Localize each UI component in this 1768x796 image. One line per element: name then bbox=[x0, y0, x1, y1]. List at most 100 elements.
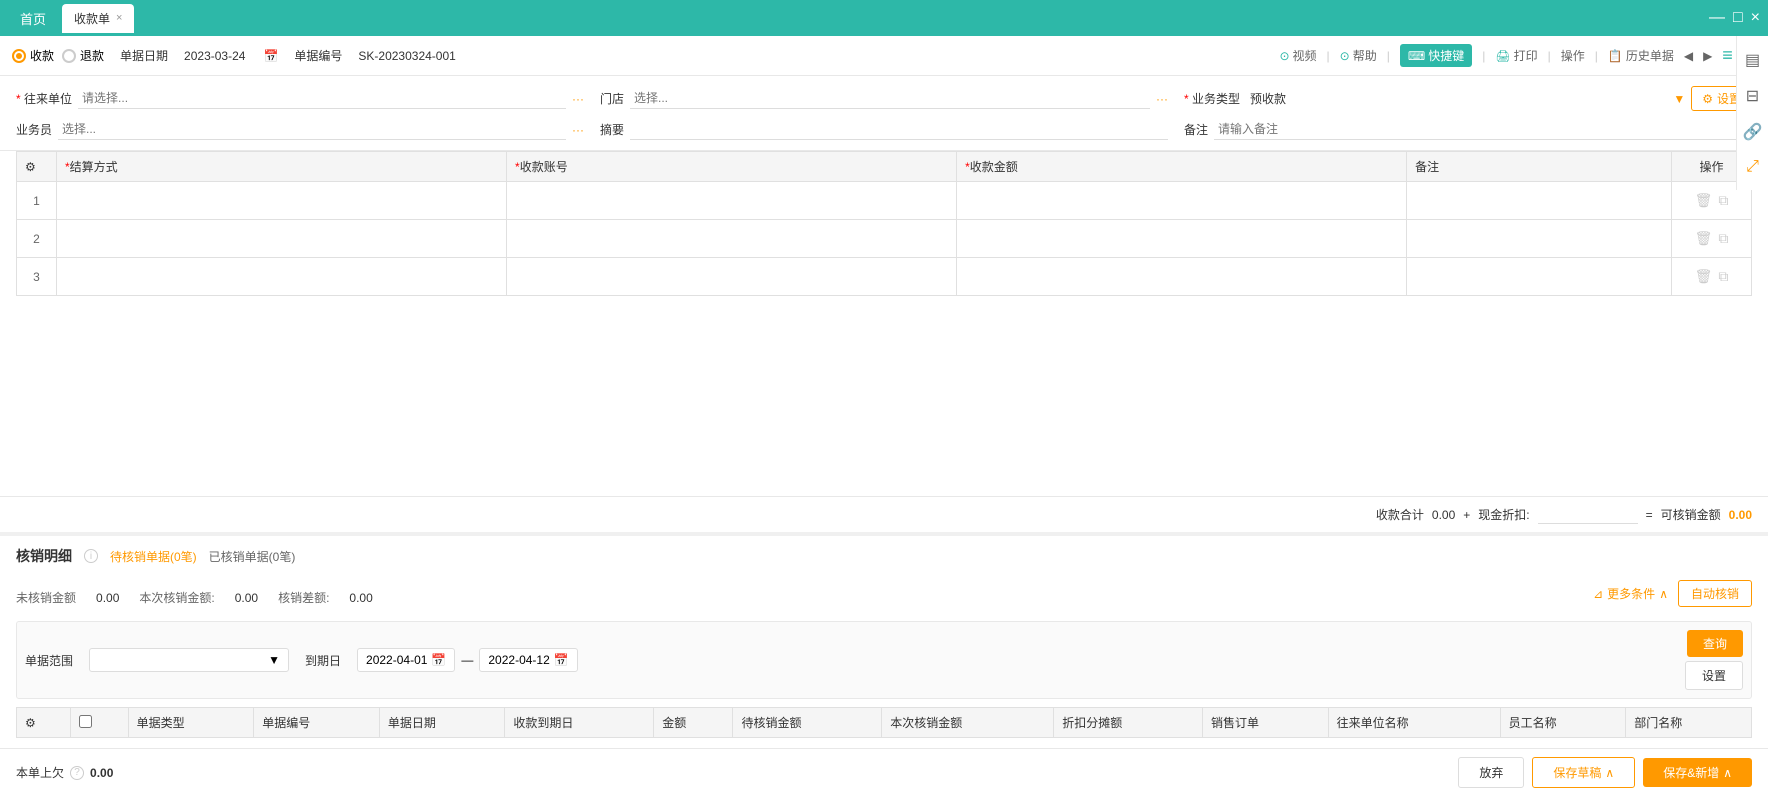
save-new-label: 保存&新增 bbox=[1663, 764, 1719, 781]
row1-col3[interactable] bbox=[957, 182, 1407, 220]
date-label: 单据日期 bbox=[120, 47, 168, 64]
summary-row: 摘要 bbox=[600, 119, 1168, 140]
row3-copy-icon[interactable]: ⧉ bbox=[1718, 268, 1728, 285]
row1-delete-icon[interactable]: 🗑 bbox=[1695, 192, 1713, 209]
salesperson-row: 业务员 ··· bbox=[16, 119, 584, 140]
date-from-calendar-icon: 📅 bbox=[431, 653, 446, 667]
net-value: 0.00 bbox=[1729, 508, 1752, 522]
lower-col-check[interactable] bbox=[70, 708, 128, 738]
diff-label: 核销差额: bbox=[278, 589, 329, 606]
window-maximize-icon[interactable]: □ bbox=[1733, 9, 1743, 27]
grid-icon-btn[interactable]: ≡ bbox=[1722, 45, 1733, 66]
col-remark: 备注 bbox=[1407, 152, 1672, 182]
done-tab[interactable]: 已核销单据(0笔) bbox=[209, 548, 296, 565]
row2-delete-icon[interactable]: 🗑 bbox=[1695, 230, 1713, 247]
row3-col1[interactable] bbox=[57, 258, 507, 296]
business-type-dropdown-icon[interactable]: ▼ bbox=[1673, 92, 1685, 106]
calendar-icon[interactable]: 📅 bbox=[263, 49, 278, 63]
date-from-input[interactable]: 2022-04-01 📅 bbox=[357, 648, 455, 672]
radio-label-tuikuan: 退款 bbox=[80, 47, 104, 64]
sidebar-icon-4[interactable]: ⤢ bbox=[1740, 152, 1765, 182]
remark-row: 备注 bbox=[1184, 119, 1752, 140]
radio-tuikuan[interactable]: 退款 bbox=[62, 47, 104, 64]
no-value: SK-20230324-001 bbox=[358, 49, 455, 63]
date-range-dash: — bbox=[461, 653, 473, 667]
video-icon: ⊙ bbox=[1279, 49, 1289, 63]
auto-verify-button[interactable]: 自动核销 bbox=[1678, 580, 1752, 607]
row2-col3[interactable] bbox=[957, 220, 1407, 258]
remark-input[interactable] bbox=[1214, 119, 1752, 140]
row2-col2[interactable] bbox=[507, 220, 957, 258]
main-content: 收款 退款 单据日期 2023-03-24 📅 单据编号 SK-20230324… bbox=[0, 36, 1768, 796]
shortcut-btn[interactable]: ⌨ 快捷键 bbox=[1400, 44, 1472, 67]
row3-col3[interactable] bbox=[957, 258, 1407, 296]
nav-next-btn[interactable]: ▶ bbox=[1703, 49, 1712, 63]
query-button[interactable]: 查询 bbox=[1687, 630, 1743, 657]
row-num-1: 1 bbox=[17, 182, 57, 220]
row1-col1[interactable] bbox=[57, 182, 507, 220]
lower-col-order: 销售订单 bbox=[1203, 708, 1329, 738]
print-btn[interactable]: 🖨 打印 bbox=[1495, 47, 1537, 64]
store-input[interactable] bbox=[630, 88, 1150, 109]
pending-tab[interactable]: 待核销单据(0笔) bbox=[110, 548, 197, 565]
save-new-button[interactable]: 保存&新增 ∧ bbox=[1643, 758, 1752, 787]
row2-copy-icon[interactable]: ⧉ bbox=[1718, 230, 1728, 247]
nav-prev-btn[interactable]: ◀ bbox=[1684, 49, 1693, 63]
more-conditions-btn[interactable]: ⊿ 更多条件 ∧ bbox=[1593, 585, 1668, 602]
row2-col4[interactable] bbox=[1407, 220, 1672, 258]
help-btn[interactable]: ⊙ 帮助 bbox=[1340, 47, 1377, 64]
window-minimize-icon[interactable]: — bbox=[1709, 9, 1725, 27]
range-select[interactable]: ▼ bbox=[89, 648, 289, 672]
tab-bar: 首页 收款单 × — □ × bbox=[0, 0, 1768, 36]
counterpart-more-icon[interactable]: ··· bbox=[572, 92, 584, 106]
abandon-button[interactable]: 放弃 bbox=[1458, 757, 1524, 788]
counterpart-input[interactable] bbox=[78, 88, 566, 109]
business-type-row: 业务类型 预收款 ▼ ⚙ 设置 bbox=[1184, 86, 1752, 111]
date-to-input[interactable]: 2022-04-12 📅 bbox=[479, 648, 577, 672]
operation-btn[interactable]: 操作 bbox=[1561, 47, 1585, 64]
tab-home[interactable]: 首页 bbox=[8, 3, 58, 34]
store-more-icon[interactable]: ··· bbox=[1156, 92, 1168, 106]
history-btn[interactable]: 📋 历史单据 bbox=[1608, 47, 1674, 64]
sidebar-icon-1[interactable]: ▤ bbox=[1739, 44, 1766, 76]
summary-input[interactable] bbox=[630, 119, 1168, 140]
row3-delete-icon[interactable]: 🗑 bbox=[1695, 268, 1713, 285]
filter-settings-button[interactable]: 设置 bbox=[1685, 661, 1743, 690]
discount-input[interactable] bbox=[1538, 505, 1638, 524]
summary-row: 收款合计 0.00 + 现金折扣: = 可核销金额 0.00 bbox=[0, 496, 1768, 532]
sidebar-icon-2[interactable]: ⊟ bbox=[1740, 80, 1765, 112]
radio-shoukuan[interactable]: 收款 bbox=[12, 47, 54, 64]
video-btn[interactable]: ⊙ 视频 bbox=[1279, 47, 1316, 64]
lower-col-settings[interactable]: ⚙ bbox=[17, 708, 71, 738]
row2-actions: 🗑 ⧉ bbox=[1672, 220, 1752, 258]
row2-col1[interactable] bbox=[57, 220, 507, 258]
tab-close-icon[interactable]: × bbox=[116, 12, 122, 24]
sidebar-icon-3[interactable]: 🔗 bbox=[1737, 116, 1768, 148]
bottom-info-icon[interactable]: ? bbox=[70, 766, 84, 780]
window-close-icon[interactable]: × bbox=[1751, 9, 1760, 27]
salesperson-more-icon[interactable]: ··· bbox=[572, 123, 584, 137]
current-label: 本次核销金额: bbox=[139, 589, 214, 606]
range-label: 单据范围 bbox=[25, 652, 73, 669]
table-section: ⚙ *结算方式 *收款账号 *收款金额 备注 操作 1 bbox=[0, 151, 1768, 496]
draft-button[interactable]: 保存草稿 ∧ bbox=[1532, 757, 1635, 788]
date-value[interactable]: 2023-03-24 bbox=[184, 49, 245, 63]
table-row: 3 🗑 ⧉ bbox=[17, 258, 1752, 296]
salesperson-input[interactable] bbox=[58, 119, 566, 140]
row1-col2[interactable] bbox=[507, 182, 957, 220]
row1-col4[interactable] bbox=[1407, 182, 1672, 220]
history-label: 历史单据 bbox=[1626, 47, 1674, 64]
lower-col-counterpart: 往来单位名称 bbox=[1328, 708, 1500, 738]
verify-info-icon[interactable]: i bbox=[84, 549, 98, 563]
row3-actions: 🗑 ⧉ bbox=[1672, 258, 1752, 296]
filter-icon: ⊿ bbox=[1593, 587, 1603, 601]
row1-copy-icon[interactable]: ⧉ bbox=[1718, 192, 1728, 209]
video-label: 视频 bbox=[1293, 47, 1317, 64]
tab-active[interactable]: 收款单 × bbox=[62, 4, 134, 33]
row3-col2[interactable] bbox=[507, 258, 957, 296]
lower-table: ⚙ 单据类型 单据编号 单据日期 收款到期日 金额 待核销金额 本次核销金额 折… bbox=[16, 707, 1752, 738]
table-settings-header[interactable]: ⚙ bbox=[17, 152, 57, 182]
row3-col4[interactable] bbox=[1407, 258, 1672, 296]
range-select-chevron: ▼ bbox=[268, 653, 280, 667]
select-all-checkbox[interactable] bbox=[79, 715, 92, 728]
